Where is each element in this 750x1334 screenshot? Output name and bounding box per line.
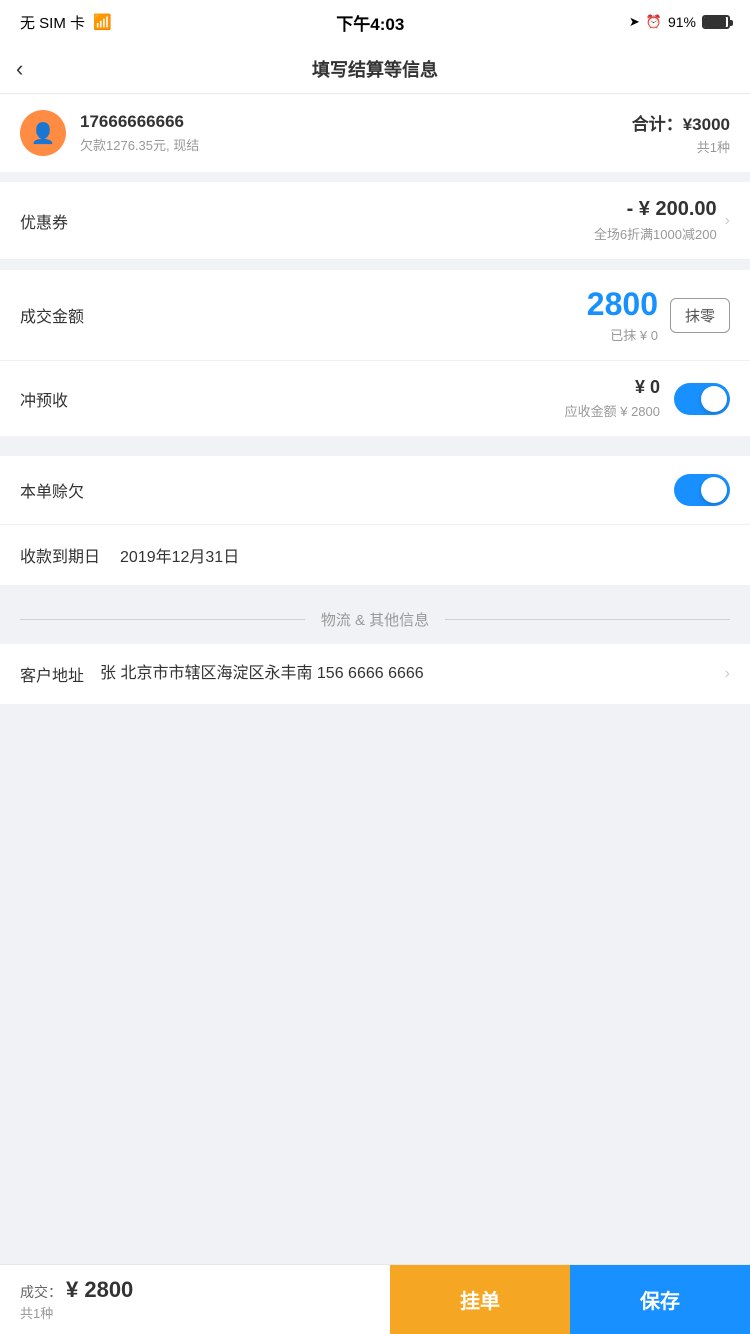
prepay-label: 冲预收 xyxy=(20,387,68,411)
customer-info: 17666666666 欠款1276.35元, 现结 xyxy=(80,112,199,154)
extra-space xyxy=(0,704,750,864)
deal-amount-row: 成交金额 2800 已抹 ¥ 0 抹零 xyxy=(0,270,750,361)
customer-card: 👤 17666666666 欠款1276.35元, 现结 合计：¥3000 共1… xyxy=(0,94,750,172)
prepay-amounts: ¥ 0 应收金额 ¥ 2800 xyxy=(565,377,660,420)
status-right: ➤ ⏰ 91% xyxy=(629,14,730,30)
customer-phone: 17666666666 xyxy=(80,112,199,132)
deal-amount-value: 2800 xyxy=(587,286,658,323)
prepay-right: ¥ 0 应收金额 ¥ 2800 xyxy=(565,377,730,420)
page-title: 填写结算等信息 xyxy=(312,56,438,82)
avatar-icon: 👤 xyxy=(31,121,56,146)
save-button[interactable]: 保存 xyxy=(570,1265,750,1334)
avatar: 👤 xyxy=(20,110,66,156)
debt-row: 本单赊欠 xyxy=(0,456,750,524)
battery-fill xyxy=(704,17,726,27)
round-button[interactable]: 抹零 xyxy=(670,298,730,333)
total-amount: 合计：¥3000 xyxy=(632,110,730,135)
logistics-text: 物流 & 其他信息 xyxy=(321,609,429,630)
divider-2 xyxy=(0,436,750,446)
coupon-chevron-icon: › xyxy=(725,212,730,230)
prepay-row: 冲预收 ¥ 0 应收金额 ¥ 2800 xyxy=(0,361,750,436)
customer-left: 👤 17666666666 欠款1276.35元, 现结 xyxy=(20,110,199,156)
deal-amount-wrap: 2800 已抹 ¥ 0 xyxy=(587,286,658,344)
prepay-toggle[interactable] xyxy=(674,383,730,415)
address-label: 客户地址 xyxy=(20,662,84,686)
hang-button[interactable]: 挂单 xyxy=(390,1265,570,1334)
bottom-deal-row: 成交： ¥ 2800 xyxy=(20,1277,370,1303)
address-row[interactable]: 客户地址 张 北京市市辖区海淀区永丰南 156 6666 6666 › xyxy=(0,644,750,704)
debt-toggle-circle xyxy=(701,477,727,503)
back-button[interactable]: ‹ xyxy=(16,56,23,82)
prepay-amount: ¥ 0 xyxy=(565,377,660,398)
no-sim-text: 无 SIM 卡 xyxy=(20,12,85,33)
coupon-desc: 全场6折满1000减200 xyxy=(594,224,717,243)
battery-bar xyxy=(702,15,730,29)
divider-1 xyxy=(0,260,750,270)
status-left: 无 SIM 卡 📶 xyxy=(20,12,112,33)
nav-bar: ‹ 填写结算等信息 xyxy=(0,44,750,94)
coupon-right: - ¥ 200.00 全场6折满1000减200 xyxy=(594,198,717,243)
status-time: 下午4:03 xyxy=(336,10,404,35)
wifi-icon: 📶 xyxy=(93,13,112,31)
customer-right: 合计：¥3000 共1种 xyxy=(632,110,730,156)
bottom-bar: 成交： ¥ 2800 共1种 挂单 保存 xyxy=(0,1264,750,1334)
deal-amount-label: 成交金额 xyxy=(20,303,84,327)
address-value: 张 北京市市辖区海淀区永丰南 156 6666 6666 xyxy=(100,662,709,686)
bottom-deal-label: 成交： xyxy=(20,1282,62,1302)
bottom-deal-amount: ¥ 2800 xyxy=(66,1277,133,1303)
debt-label: 本单赊欠 xyxy=(20,478,84,502)
due-date-row: 收款到期日 2019年12月31日 xyxy=(0,524,750,585)
alarm-icon: ⏰ xyxy=(646,14,662,30)
bottom-summary: 成交： ¥ 2800 共1种 xyxy=(0,1265,390,1334)
coupon-amount: - ¥ 200.00 xyxy=(594,198,717,221)
due-date-label: 收款到期日 xyxy=(20,543,100,567)
customer-subtext: 欠款1276.35元, 现结 xyxy=(80,135,199,154)
debt-toggle[interactable] xyxy=(674,474,730,506)
deal-zero-text: 已抹 ¥ 0 xyxy=(587,325,658,344)
prepay-receivable: 应收金额 ¥ 2800 xyxy=(565,401,660,420)
total-count: 共1种 xyxy=(632,137,730,156)
status-bar: 无 SIM 卡 📶 下午4:03 ➤ ⏰ 91% xyxy=(0,0,750,44)
main-content: 👤 17666666666 欠款1276.35元, 现结 合计：¥3000 共1… xyxy=(0,94,750,944)
bottom-count: 共1种 xyxy=(20,1303,370,1322)
toggle-circle xyxy=(701,386,727,412)
location-icon: ➤ xyxy=(629,14,640,30)
coupon-row[interactable]: 优惠券 - ¥ 200.00 全场6折满1000减200 › xyxy=(0,182,750,260)
due-date-value: 2019年12月31日 xyxy=(120,543,239,567)
logistics-line-right xyxy=(445,619,730,620)
coupon-label: 优惠券 xyxy=(20,209,68,233)
address-chevron-icon: › xyxy=(725,665,730,683)
logistics-line-left xyxy=(20,619,305,620)
deal-amount-right: 2800 已抹 ¥ 0 抹零 xyxy=(587,286,730,344)
logistics-header: 物流 & 其他信息 xyxy=(0,595,750,644)
battery-percent: 91% xyxy=(668,14,696,30)
